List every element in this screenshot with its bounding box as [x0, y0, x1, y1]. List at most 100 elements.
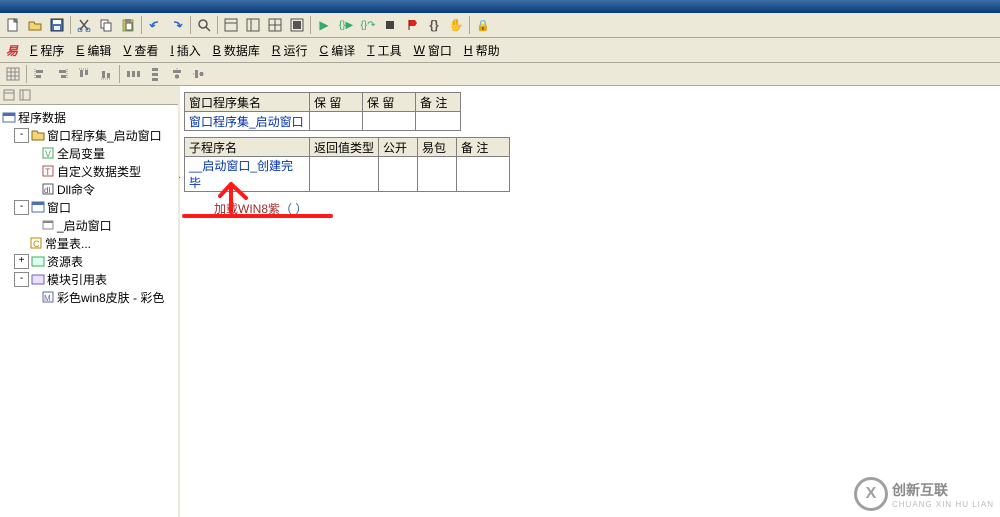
- title-bar: [0, 0, 1000, 13]
- dist-h-icon[interactable]: [122, 63, 144, 85]
- toolbar-separator: [190, 16, 191, 34]
- cell-assembly-name[interactable]: 窗口程序集_启动窗口: [185, 112, 310, 131]
- center-h-icon[interactable]: [166, 63, 188, 85]
- assembly-table[interactable]: 窗口程序集名 保 留 保 留 备 注 窗口程序集_启动窗口: [184, 92, 461, 131]
- braces-button[interactable]: {}: [423, 14, 445, 36]
- toolbar-separator: [141, 16, 142, 34]
- layout3-button[interactable]: [264, 14, 286, 36]
- tree-item[interactable]: V全局变量: [2, 144, 176, 162]
- tree-item[interactable]: _启动窗口: [2, 216, 176, 234]
- toolbar-separator: [26, 65, 27, 83]
- copy-button[interactable]: [95, 14, 117, 36]
- tree-item-label: 模块引用表: [47, 271, 107, 288]
- tree-item[interactable]: M 彩色win8皮肤 - 彩色: [2, 288, 176, 306]
- menu-view[interactable]: V查看: [119, 40, 162, 61]
- tree-item[interactable]: -窗口程序集_启动窗口: [2, 126, 176, 144]
- col-easypack: 易包: [418, 138, 457, 157]
- redo-button[interactable]: [166, 14, 188, 36]
- var-icon: V: [41, 146, 55, 160]
- dll-icon: dl: [41, 182, 55, 196]
- project-panel: 程序数据 -窗口程序集_启动窗口V全局变量T自定义数据类型dlDll命令-窗口_…: [0, 86, 180, 517]
- menu-database[interactable]: B数据库: [209, 40, 264, 61]
- col-assembly-name: 窗口程序集名: [185, 93, 310, 112]
- menu-compile[interactable]: C编译: [316, 40, 360, 61]
- layout4-button[interactable]: [286, 14, 308, 36]
- tree-item[interactable]: - 模块引用表: [2, 270, 176, 288]
- mod-icon: [31, 272, 45, 286]
- toolbar-main: ▶ {}▶ {}↷ {} ✋ 🔒: [0, 13, 1000, 38]
- panel-tab2-icon[interactable]: [18, 88, 32, 102]
- grid-icon[interactable]: [2, 63, 24, 85]
- debug-stepout-button[interactable]: {}↷: [357, 14, 379, 36]
- tree-item[interactable]: dlDll命令: [2, 180, 176, 198]
- app-logo-menu[interactable]: 易: [2, 40, 22, 61]
- menu-insert[interactable]: I插入: [166, 40, 204, 61]
- tree-item-label: _启动窗口: [57, 217, 112, 234]
- tree-toggle-icon[interactable]: +: [14, 254, 29, 269]
- debug-step-button[interactable]: ▶: [313, 14, 335, 36]
- tree-root-label: 程序数据: [18, 109, 66, 126]
- logo-sub: CHUANG XIN HU LIAN: [892, 500, 994, 509]
- project-panel-header: [0, 86, 178, 105]
- align-bottom-icon[interactable]: [95, 63, 117, 85]
- align-right-icon[interactable]: [51, 63, 73, 85]
- debug-stop-button[interactable]: [379, 14, 401, 36]
- window-icon: [31, 200, 45, 214]
- debug-stepover-button[interactable]: {}▶: [335, 14, 357, 36]
- wnd-icon: [41, 218, 55, 232]
- menu-bar: 易 F程序 E编辑 V查看 I插入 B数据库 R运行 C编译 T工具 W窗口 H…: [0, 38, 1000, 63]
- toolbar-separator: [70, 16, 71, 34]
- menu-tools[interactable]: T工具: [363, 40, 405, 61]
- layout2-button[interactable]: [242, 14, 264, 36]
- svg-text:T: T: [45, 167, 51, 177]
- find-button[interactable]: [193, 14, 215, 36]
- table-row[interactable]: 窗口程序集_启动窗口: [185, 112, 461, 131]
- tree-toggle-icon[interactable]: -: [14, 200, 29, 215]
- project-tree[interactable]: 程序数据 -窗口程序集_启动窗口V全局变量T自定义数据类型dlDll命令-窗口_…: [0, 105, 178, 517]
- svg-text:M: M: [44, 294, 51, 303]
- layout1-button[interactable]: [220, 14, 242, 36]
- tree-item[interactable]: -窗口: [2, 198, 176, 216]
- tree-item[interactable]: C 常量表...: [2, 234, 176, 252]
- hand-button[interactable]: ✋: [445, 14, 467, 36]
- menu-edit[interactable]: E编辑: [72, 40, 115, 61]
- tree-item-label: 全局变量: [57, 145, 105, 162]
- logo-brand: 创新互联: [892, 482, 948, 498]
- const-icon: C: [29, 236, 43, 250]
- lock-button[interactable]: 🔒: [472, 14, 494, 36]
- new-file-button[interactable]: [2, 14, 24, 36]
- open-file-button[interactable]: [24, 14, 46, 36]
- menu-program[interactable]: F程序: [26, 40, 68, 61]
- project-icon: [2, 110, 16, 124]
- tree-item-label: Dll命令: [57, 181, 95, 198]
- folder-icon: [31, 128, 45, 142]
- undo-button[interactable]: [144, 14, 166, 36]
- align-top-icon[interactable]: [73, 63, 95, 85]
- module-icon: M: [41, 290, 55, 304]
- paste-button[interactable]: [117, 14, 139, 36]
- col-public: 公开: [379, 138, 418, 157]
- tree-item[interactable]: T自定义数据类型: [2, 162, 176, 180]
- cut-button[interactable]: [73, 14, 95, 36]
- menu-run[interactable]: R运行: [268, 40, 312, 61]
- tree-toggle-icon[interactable]: -: [14, 272, 29, 287]
- tree-toggle-icon[interactable]: -: [14, 128, 29, 143]
- workspace: 程序数据 -窗口程序集_启动窗口V全局变量T自定义数据类型dlDll命令-窗口_…: [0, 86, 1000, 517]
- tree-item[interactable]: +资源表: [2, 252, 176, 270]
- tree-root[interactable]: 程序数据: [2, 108, 176, 126]
- breakpoint-button[interactable]: [401, 14, 423, 36]
- logo-circle-icon: X: [854, 477, 888, 511]
- code-editor[interactable]: · 窗口程序集名 保 留 保 留 备 注 窗口程序集_启动窗口 子程序名 返回值…: [180, 86, 1000, 517]
- center-v-icon[interactable]: [188, 63, 210, 85]
- align-left-icon[interactable]: [29, 63, 51, 85]
- save-button[interactable]: [46, 14, 68, 36]
- col-sub-name: 子程序名: [185, 138, 310, 157]
- tree-item-label: 常量表...: [45, 235, 91, 252]
- panel-tab1-icon[interactable]: [2, 88, 16, 102]
- dist-v-icon[interactable]: [144, 63, 166, 85]
- menu-help[interactable]: H帮助: [460, 40, 504, 61]
- tree-item-label: 彩色win8皮肤 - 彩色: [57, 289, 164, 306]
- toolbar-separator: [310, 16, 311, 34]
- svg-text:C: C: [33, 239, 40, 249]
- menu-window[interactable]: W窗口: [410, 40, 456, 61]
